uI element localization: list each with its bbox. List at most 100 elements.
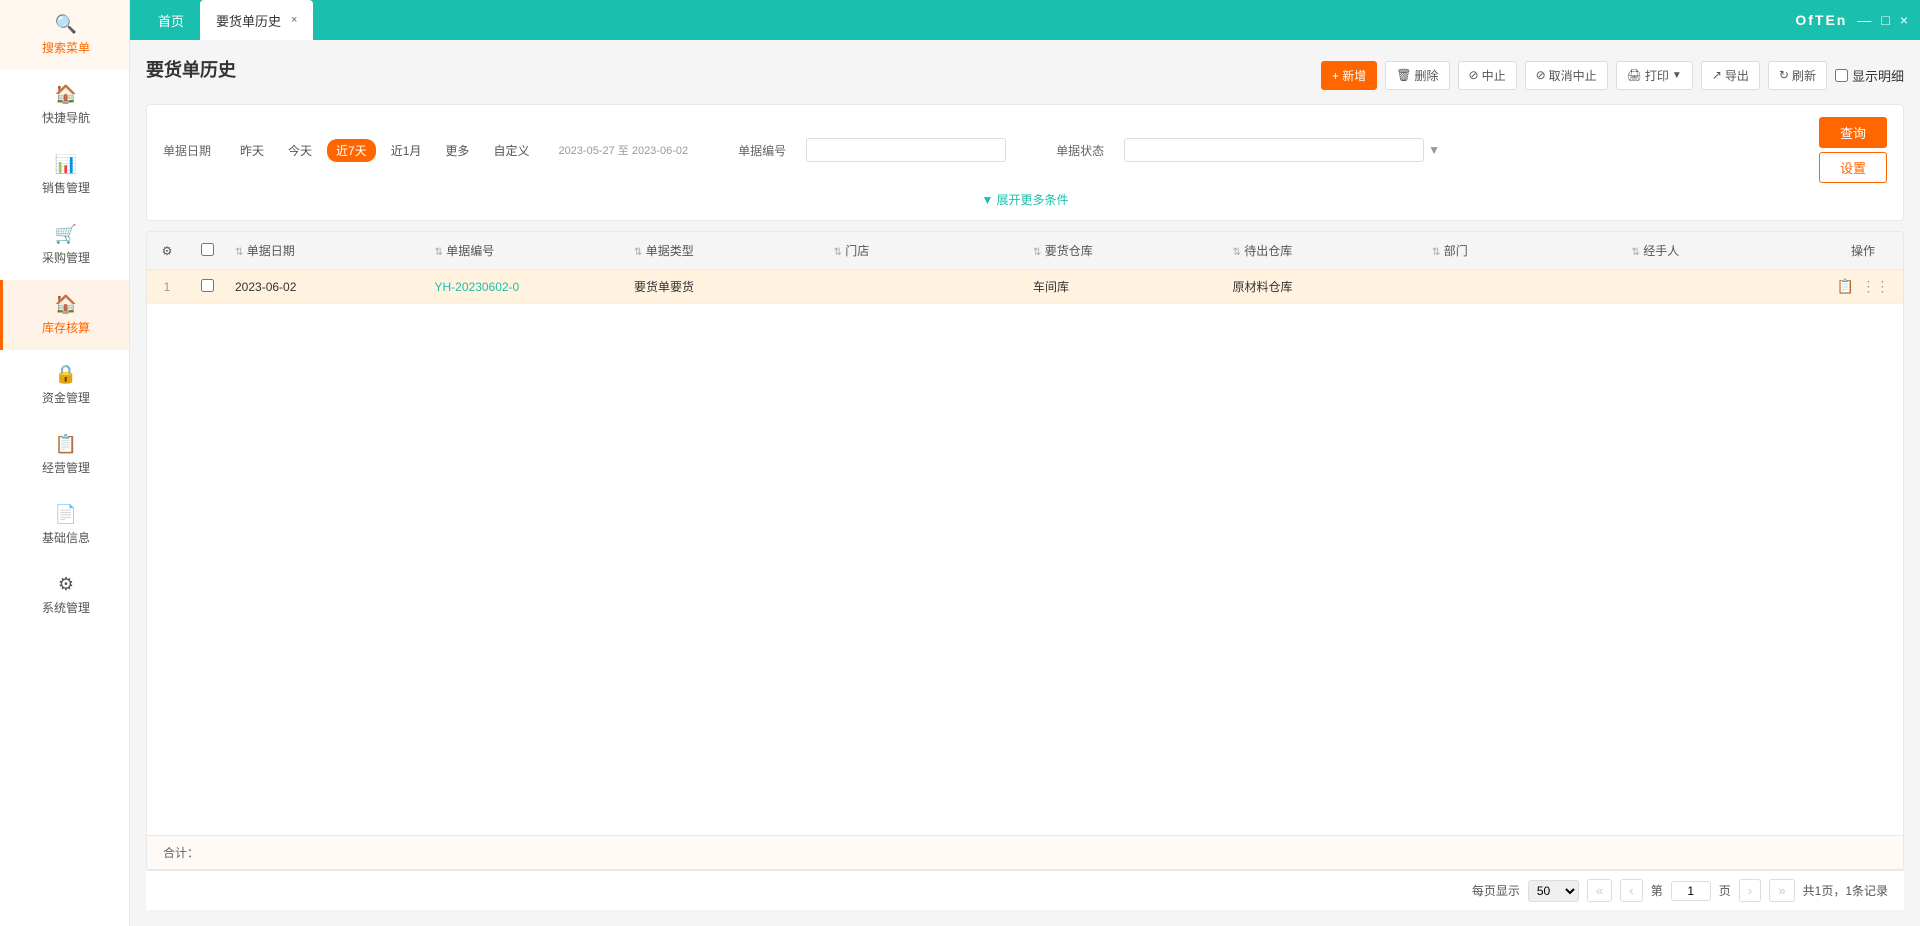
bill-no-link[interactable]: YH-20230602-0	[435, 280, 520, 294]
close-button[interactable]: ×	[1900, 12, 1908, 28]
row-more-icon[interactable]: ⋮⋮	[1861, 278, 1889, 294]
th-store: ⇅ 门店	[826, 232, 1026, 270]
date-btn-yesterday[interactable]: 昨天	[231, 139, 273, 162]
date-btn-custom[interactable]: 自定义	[484, 139, 538, 162]
delete-button[interactable]: 🗑 删除	[1385, 61, 1449, 90]
sort-date-icon[interactable]: ⇅	[235, 247, 243, 258]
last-page-button[interactable]: »	[1769, 879, 1794, 902]
row-req-warehouse: 车间库	[1025, 270, 1225, 304]
sidebar-item-quicknav[interactable]: 🏠 快捷导航	[0, 70, 129, 140]
sidebar-item-search[interactable]: 🔍 搜索菜单	[0, 0, 129, 70]
toolbar: + 新增 🗑 删除 ⊘ 中止 ⊘ 取消中止 🖨 打印 ▼	[1321, 61, 1904, 90]
refresh-icon: ↻	[1779, 68, 1789, 82]
th-dept: ⇅ 部门	[1424, 232, 1624, 270]
select-all-checkbox[interactable]	[201, 243, 214, 256]
status-dropdown-icon[interactable]: ▼	[1428, 143, 1440, 157]
row-bill-no: YH-20230602-0	[427, 270, 627, 304]
row-checkbox[interactable]	[201, 279, 214, 292]
sales-icon: 📊	[55, 154, 77, 175]
date-range-display: 2023-05-27 至 2023-06-02	[558, 142, 688, 158]
export-button[interactable]: ↗ 导出	[1701, 61, 1760, 90]
sidebar-item-finance[interactable]: 🔒 资金管理	[0, 350, 129, 420]
row-edit-icon[interactable]: 📋	[1837, 278, 1854, 294]
settings-button[interactable]: 设置	[1819, 152, 1887, 183]
status-input[interactable]	[1124, 138, 1424, 162]
inventory-icon: 🏠	[55, 294, 77, 315]
tab-home[interactable]: 首页	[142, 0, 200, 40]
sort-store-icon[interactable]: ⇅	[834, 247, 842, 258]
sidebar-item-purchase[interactable]: 🛒 采购管理	[0, 210, 129, 280]
bill-no-input[interactable]	[806, 138, 1006, 162]
gear-icon[interactable]: ⚙	[162, 244, 173, 258]
sidebar-item-basic[interactable]: 📄 基础信息	[0, 490, 129, 560]
row-num: 1	[147, 270, 187, 304]
date-btn-more[interactable]: 更多	[436, 139, 478, 162]
display-detail-checkbox[interactable]	[1835, 69, 1848, 82]
sidebar-item-operation[interactable]: 📋 经营管理	[0, 420, 129, 490]
sidebar-item-inventory[interactable]: 🏠 库存核算	[0, 280, 129, 350]
sort-billno-icon[interactable]: ⇅	[435, 247, 443, 258]
minimize-button[interactable]: —	[1857, 12, 1871, 28]
maximize-button[interactable]: □	[1881, 12, 1889, 28]
operation-icon: 📋	[55, 434, 77, 455]
export-icon: ↗	[1712, 68, 1722, 82]
sort-handler-icon[interactable]: ⇅	[1632, 247, 1640, 258]
th-gear: ⚙	[147, 232, 187, 270]
prev-page-button[interactable]: ‹	[1620, 879, 1642, 902]
date-btn-last-month[interactable]: 近1月	[382, 139, 431, 162]
date-btn-today[interactable]: 今天	[279, 139, 321, 162]
cancel-stop-icon: ⊘	[1536, 68, 1546, 82]
refresh-button[interactable]: ↻ 刷新	[1768, 61, 1827, 90]
total-info: 共1页，1条记录	[1803, 882, 1888, 899]
sidebar: 🔍 搜索菜单 🏠 快捷导航 📊 销售管理 🛒 采购管理 🏠 库存核算 🔒 资金管…	[0, 0, 130, 926]
sort-reqwh-icon[interactable]: ⇅	[1033, 247, 1041, 258]
per-page-label: 每页显示	[1472, 882, 1520, 899]
brand-text: OfTEn	[1795, 12, 1847, 28]
per-page-select[interactable]: 10 20 50 100	[1528, 880, 1579, 902]
row-date: 2023-06-02	[227, 270, 427, 304]
table-body: 1 2023-06-02 YH-20230602-0 要货单要货 车间库 原材料…	[147, 270, 1903, 304]
print-dropdown-icon[interactable]: ▼	[1672, 70, 1682, 81]
sort-type-icon[interactable]: ⇅	[634, 247, 642, 258]
print-icon: 🖨	[1627, 68, 1642, 82]
search-icon: 🔍	[55, 14, 77, 35]
table-header: ⚙ ⇅ 单据日期 ⇅ 单据编号 ⇅ 单据类型 ⇅ 门店 ⇅ 要货仓库 ⇅ 待出仓…	[147, 232, 1903, 270]
finance-icon: 🔒	[55, 364, 77, 385]
table-row: 1 2023-06-02 YH-20230602-0 要货单要货 车间库 原材料…	[147, 270, 1903, 304]
page-number-input[interactable]	[1671, 881, 1711, 901]
table-wrapper: ⚙ ⇅ 单据日期 ⇅ 单据编号 ⇅ 单据类型 ⇅ 门店 ⇅ 要货仓库 ⇅ 待出仓…	[146, 231, 1904, 870]
print-button[interactable]: 🖨 打印 ▼	[1616, 61, 1693, 90]
stop-button[interactable]: ⊘ 中止	[1458, 61, 1517, 90]
page-suffix: 页	[1719, 882, 1731, 899]
table-container: ⚙ ⇅ 单据日期 ⇅ 单据编号 ⇅ 单据类型 ⇅ 门店 ⇅ 要货仓库 ⇅ 待出仓…	[147, 232, 1903, 835]
display-detail-toggle[interactable]: 显示明细	[1835, 66, 1904, 85]
first-page-button[interactable]: «	[1587, 879, 1612, 902]
stop-icon: ⊘	[1469, 68, 1479, 82]
row-checkbox-cell	[187, 270, 227, 304]
date-btn-last7days[interactable]: 近7天	[327, 139, 376, 162]
sort-dept-icon[interactable]: ⇅	[1432, 247, 1440, 258]
next-page-button[interactable]: ›	[1739, 879, 1761, 902]
th-action: 操作	[1823, 232, 1903, 270]
data-table: ⚙ ⇅ 单据日期 ⇅ 单据编号 ⇅ 单据类型 ⇅ 门店 ⇅ 要货仓库 ⇅ 待出仓…	[147, 232, 1903, 304]
sidebar-item-sales[interactable]: 📊 销售管理	[0, 140, 129, 210]
filter-bar: 单据日期 昨天 今天 近7天 近1月 更多 自定义 2023-05-27 至 2…	[146, 104, 1904, 221]
system-icon: ⚙	[58, 574, 74, 595]
sort-pendwh-icon[interactable]: ⇅	[1233, 247, 1241, 258]
page-label: 第	[1651, 882, 1663, 899]
expand-filter-button[interactable]: ▼ 展开更多条件	[982, 191, 1069, 208]
date-filter-label: 单据日期	[163, 142, 211, 159]
status-select-wrapper: ▼	[1124, 138, 1789, 162]
cancel-stop-button[interactable]: ⊘ 取消中止	[1525, 61, 1608, 90]
th-pending-warehouse: ⇅ 待出仓库	[1225, 232, 1425, 270]
tab-close-icon[interactable]: ×	[291, 14, 297, 26]
page-title: 要货单历史	[146, 56, 236, 82]
delete-icon: 🗑	[1396, 68, 1411, 82]
query-button[interactable]: 查询	[1819, 117, 1887, 148]
sidebar-item-system[interactable]: ⚙ 系统管理	[0, 560, 129, 630]
new-button[interactable]: + 新增	[1321, 61, 1377, 90]
tab-history[interactable]: 要货单历史 ×	[200, 0, 313, 40]
topbar: 首页 要货单历史 × OfTEn — □ ×	[130, 0, 1920, 40]
th-bill-no: ⇅ 单据编号	[427, 232, 627, 270]
row-bill-type: 要货单要货	[626, 270, 826, 304]
